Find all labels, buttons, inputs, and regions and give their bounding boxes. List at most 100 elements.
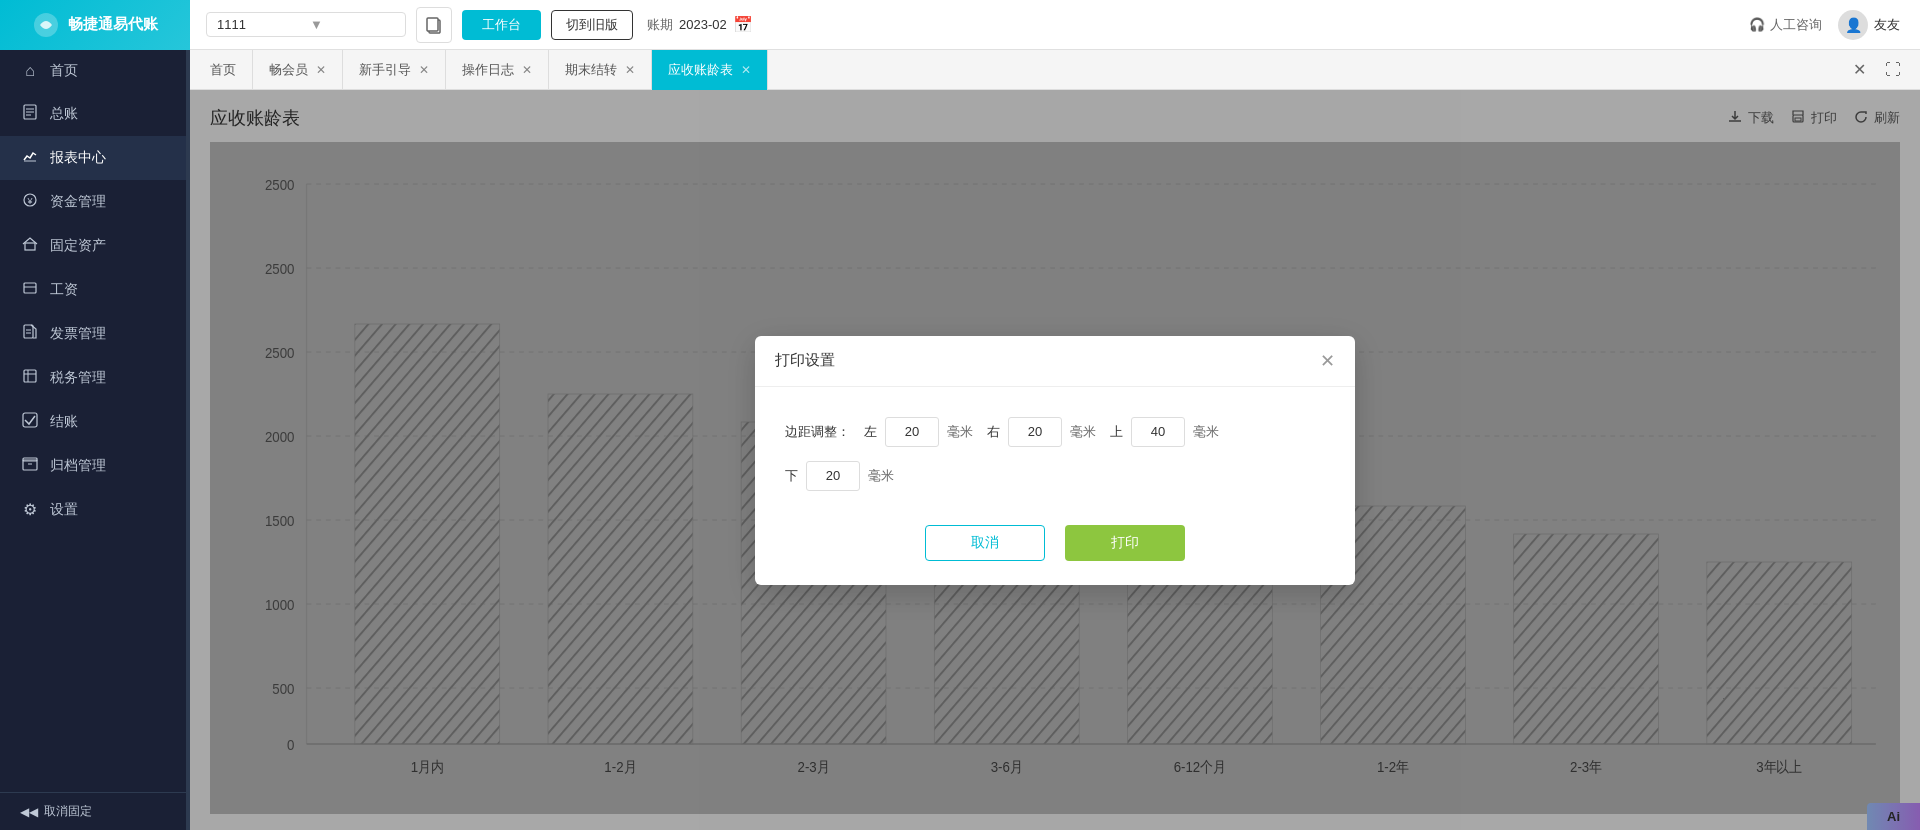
tab-close-member[interactable]: ✕	[316, 63, 326, 77]
tab-member[interactable]: 畅会员 ✕	[253, 50, 343, 90]
cancel-button[interactable]: 取消	[925, 525, 1045, 561]
sidebar-item-tax[interactable]: 税务管理	[0, 356, 190, 400]
tab-aging[interactable]: 应收账龄表 ✕	[652, 50, 768, 90]
tab-close-closing[interactable]: ✕	[625, 63, 635, 77]
user-area[interactable]: 👤 友友	[1838, 10, 1900, 40]
funds-icon: ¥	[20, 192, 40, 212]
tax-icon	[20, 368, 40, 388]
form-row-margins: 边距调整： 左 毫米 右 毫米	[785, 417, 1325, 491]
copy-icon[interactable]	[416, 7, 452, 43]
sidebar: ⌂ 首页 总账 报表中心 ¥ 资金管理 固定资产	[0, 50, 190, 830]
svg-rect-11	[24, 283, 36, 293]
margin-group-left: 左 毫米	[864, 417, 973, 447]
tab-close-all-button[interactable]: ✕	[1844, 55, 1874, 85]
sidebar-label-payroll: 工资	[50, 281, 78, 299]
settlement-icon	[20, 412, 40, 432]
sidebar-label-settings: 设置	[50, 501, 78, 519]
svg-rect-13	[24, 325, 33, 338]
app-title: 畅捷通易代账	[68, 15, 158, 34]
settings-icon: ⚙	[20, 500, 40, 519]
user-name: 友友	[1874, 16, 1900, 34]
page-content: 应收账龄表 下载 打印	[190, 90, 1920, 830]
tab-close-oplog[interactable]: ✕	[522, 63, 532, 77]
margin-top-input[interactable]	[1131, 417, 1185, 447]
avatar: 👤	[1838, 10, 1868, 40]
sidebar-item-settlement[interactable]: 结账	[0, 400, 190, 444]
tab-closing[interactable]: 期末结转 ✕	[549, 50, 652, 90]
tab-label-aging: 应收账龄表	[668, 61, 733, 79]
svg-rect-10	[25, 243, 35, 250]
sidebar-item-archive[interactable]: 归档管理	[0, 444, 190, 488]
company-dropdown-arrow: ▼	[310, 17, 395, 32]
tab-maximize-button[interactable]: ⛶	[1878, 55, 1908, 85]
margin-left-input[interactable]	[885, 417, 939, 447]
modal-body: 边距调整： 左 毫米 右 毫米	[755, 387, 1355, 515]
sidebar-label-funds: 资金管理	[50, 193, 106, 211]
sidebar-label-assets: 固定资产	[50, 237, 106, 255]
sidebar-item-funds[interactable]: ¥ 资金管理	[0, 180, 190, 224]
top-header: 畅捷通易代账 1111 ▼ 工作台 切到旧版 账期 2023-02 📅 🎧 人工…	[0, 0, 1920, 50]
logo-area: 畅捷通易代账	[0, 0, 190, 50]
margin-label: 边距调整：	[785, 423, 850, 441]
content-area: 首页 畅会员 ✕ 新手引导 ✕ 操作日志 ✕ 期末结转 ✕ 应收账龄表 ✕	[190, 50, 1920, 830]
sidebar-item-payroll[interactable]: 工资	[0, 268, 190, 312]
tab-guide[interactable]: 新手引导 ✕	[343, 50, 446, 90]
period-label: 账期	[647, 16, 673, 34]
workbench-button[interactable]: 工作台	[462, 10, 541, 40]
sidebar-collapse-label: 取消固定	[44, 803, 92, 820]
company-selector[interactable]: 1111 ▼	[206, 12, 406, 37]
tab-close-guide[interactable]: ✕	[419, 63, 429, 77]
confirm-print-button[interactable]: 打印	[1065, 525, 1185, 561]
modal-close-button[interactable]: ✕	[1320, 350, 1335, 372]
sidebar-label-ledger: 总账	[50, 105, 78, 123]
sidebar-label-settlement: 结账	[50, 413, 78, 431]
header-right: 🎧 人工咨询 👤 友友	[1749, 10, 1900, 40]
pin-icon: ◀◀	[20, 805, 38, 819]
tabs-bar: 首页 畅会员 ✕ 新手引导 ✕ 操作日志 ✕ 期末结转 ✕ 应收账龄表 ✕	[190, 50, 1920, 90]
margin-bottom-unit: 毫米	[868, 467, 894, 485]
sidebar-item-home[interactable]: ⌂ 首页	[0, 50, 190, 92]
calendar-icon[interactable]: 📅	[733, 15, 753, 34]
modal-footer: 取消 打印	[755, 515, 1355, 585]
period-area: 账期 2023-02 📅	[647, 15, 753, 34]
invoice-icon	[20, 324, 40, 344]
tab-label-member: 畅会员	[269, 61, 308, 79]
sidebar-item-invoice[interactable]: 发票管理	[0, 312, 190, 356]
modal-title: 打印设置	[775, 351, 835, 370]
reports-icon	[20, 148, 40, 168]
headset-icon: 🎧	[1749, 17, 1765, 32]
company-name: 1111	[217, 17, 302, 32]
margin-right-label: 右	[987, 423, 1000, 441]
payroll-icon	[20, 280, 40, 300]
modal-header: 打印设置 ✕	[755, 336, 1355, 387]
sidebar-label-reports: 报表中心	[50, 149, 106, 167]
sidebar-label-tax: 税务管理	[50, 369, 106, 387]
svg-rect-16	[24, 370, 36, 382]
tab-close-aging[interactable]: ✕	[741, 63, 751, 77]
margin-top-label: 上	[1110, 423, 1123, 441]
margin-top-unit: 毫米	[1193, 423, 1219, 441]
tab-oplog[interactable]: 操作日志 ✕	[446, 50, 549, 90]
svg-text:¥: ¥	[26, 196, 33, 206]
archive-icon	[20, 456, 40, 476]
switch-version-button[interactable]: 切到旧版	[551, 10, 633, 40]
sidebar-label-invoice: 发票管理	[50, 325, 106, 343]
sidebar-label-home: 首页	[50, 62, 78, 80]
sidebar-item-assets[interactable]: 固定资产	[0, 224, 190, 268]
sidebar-toggle[interactable]: ◀◀ 取消固定	[0, 792, 190, 830]
logo-icon	[32, 11, 60, 39]
sidebar-item-reports[interactable]: 报表中心	[0, 136, 190, 180]
help-label: 人工咨询	[1770, 16, 1822, 34]
ledger-icon	[20, 104, 40, 124]
sidebar-item-ledger[interactable]: 总账	[0, 92, 190, 136]
modal-overlay: 打印设置 ✕ 边距调整： 左 毫米 右	[190, 90, 1920, 830]
help-button[interactable]: 🎧 人工咨询	[1749, 16, 1822, 34]
tab-home[interactable]: 首页	[194, 50, 253, 90]
margin-left-label: 左	[864, 423, 877, 441]
margin-bottom-label: 下	[785, 467, 798, 485]
print-settings-dialog: 打印设置 ✕ 边距调整： 左 毫米 右	[755, 336, 1355, 585]
margin-right-unit: 毫米	[1070, 423, 1096, 441]
margin-bottom-input[interactable]	[806, 461, 860, 491]
margin-right-input[interactable]	[1008, 417, 1062, 447]
sidebar-item-settings[interactable]: ⚙ 设置	[0, 488, 190, 531]
